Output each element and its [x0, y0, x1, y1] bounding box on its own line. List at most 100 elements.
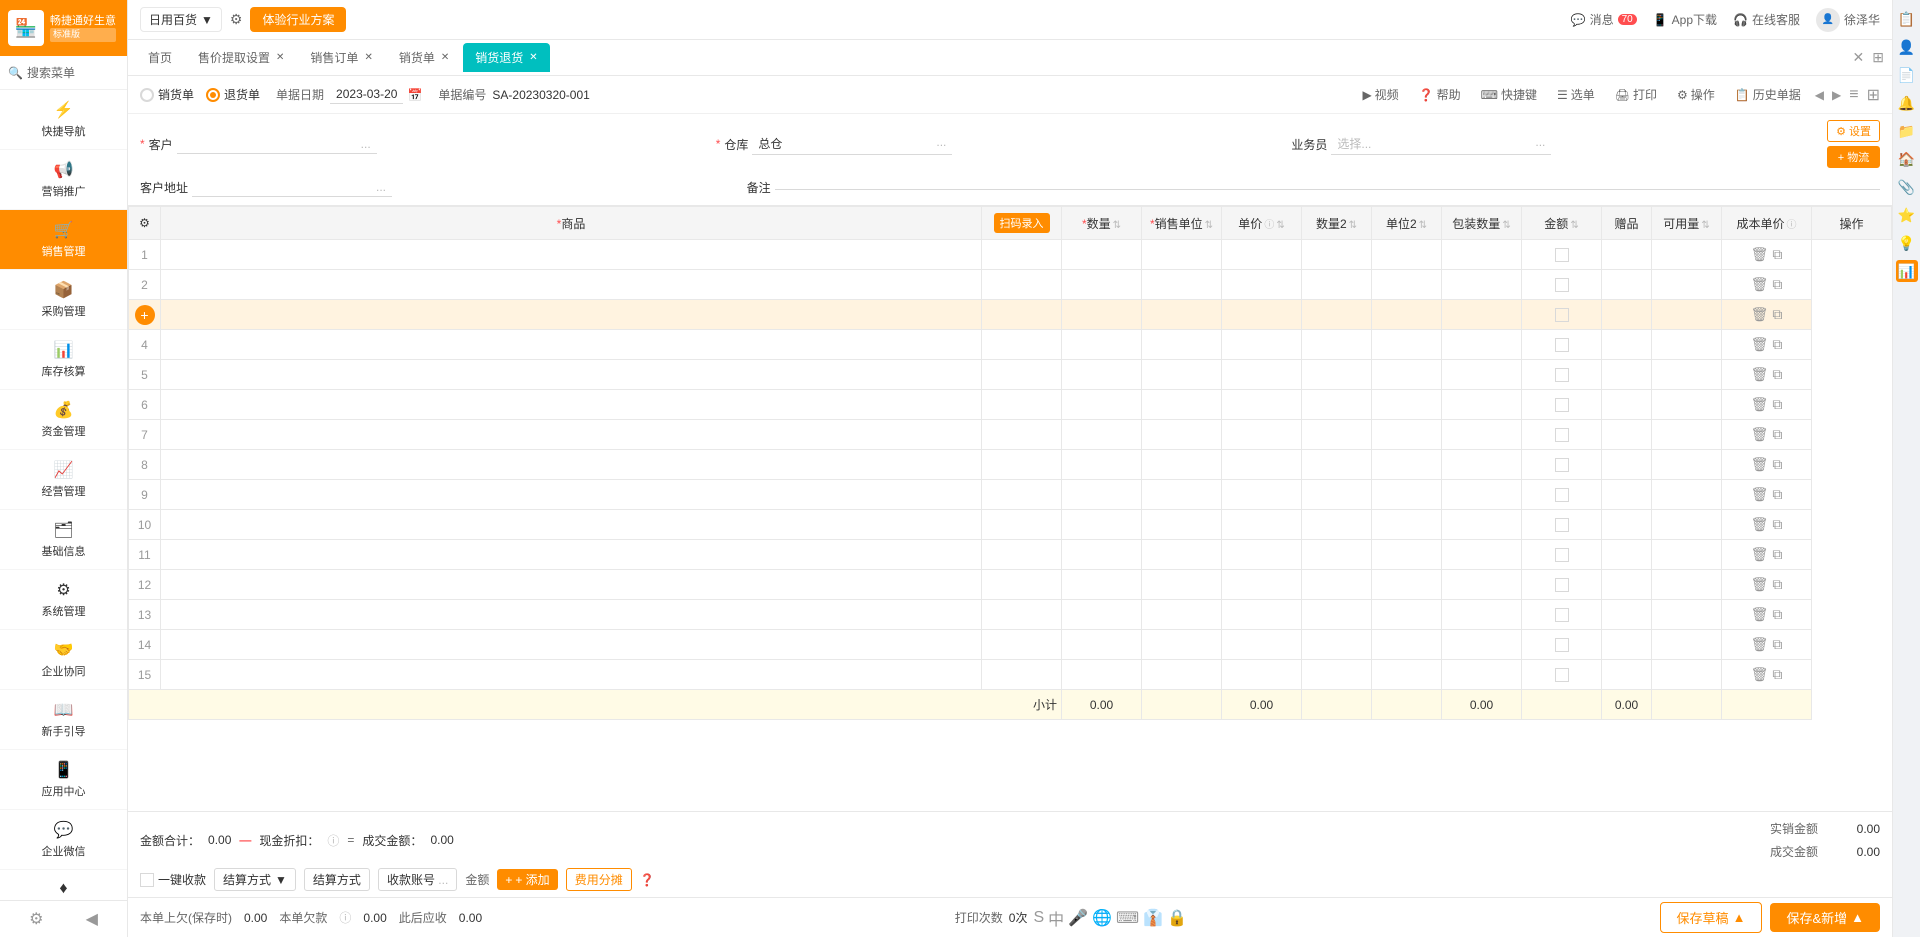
packqty-cell-1[interactable] [1372, 240, 1442, 270]
sidebar-item-system[interactable]: ⚙ 系统管理 [0, 570, 127, 630]
costprice-cell-15[interactable] [1652, 660, 1722, 690]
amount-cell-11[interactable] [1442, 540, 1522, 570]
rp-icon7[interactable]: 📎 [1896, 176, 1918, 198]
help-btn[interactable]: ❓ 帮助 [1413, 84, 1467, 105]
packqty-cell-4[interactable] [1372, 330, 1442, 360]
qty-sort-icon[interactable]: ⇅ [1113, 220, 1121, 231]
delete-icon-5[interactable]: 🗑 [1751, 366, 1769, 383]
price-cell-15[interactable] [1142, 660, 1222, 690]
price-sort-icon[interactable]: ⇅ [1276, 220, 1284, 231]
copy-icon-3[interactable]: ⧉ [1772, 306, 1782, 323]
qty-cell-5[interactable] [982, 360, 1062, 390]
rp-icon6[interactable]: 🏠 [1896, 148, 1918, 170]
qty-cell-9[interactable] [982, 480, 1062, 510]
product-cell-6[interactable] [161, 390, 982, 420]
amount-cell-7[interactable] [1442, 420, 1522, 450]
unit2-cell-2[interactable] [1302, 270, 1372, 300]
logistics-btn[interactable]: + 物流 [1827, 146, 1880, 168]
rp-icon10[interactable]: 📊 [1896, 260, 1918, 282]
packqty-cell-13[interactable] [1372, 600, 1442, 630]
packqty-cell-12[interactable] [1372, 570, 1442, 600]
unit2-cell-7[interactable] [1302, 420, 1372, 450]
unit-cell-14[interactable] [1062, 630, 1142, 660]
copy-icon-14[interactable]: ⧉ [1772, 636, 1782, 653]
qty2-cell-12[interactable] [1222, 570, 1302, 600]
gift-checkbox-13[interactable] [1555, 608, 1569, 622]
product-cell-15[interactable] [161, 660, 982, 690]
amount-cell-8[interactable] [1442, 450, 1522, 480]
qty-cell-8[interactable] [982, 450, 1062, 480]
costprice-cell-11[interactable] [1652, 540, 1722, 570]
packqty-cell-8[interactable] [1372, 450, 1442, 480]
rp-icon8[interactable]: ⭐ [1896, 204, 1918, 226]
copy-icon-8[interactable]: ⧉ [1772, 456, 1782, 473]
product-cell-3[interactable] [161, 300, 982, 330]
shortcut-btn[interactable]: ⌨ 快捷键 [1475, 84, 1543, 105]
costprice-cell-2[interactable] [1652, 270, 1722, 300]
qty-cell-13[interactable] [982, 600, 1062, 630]
gift-cell-1[interactable] [1522, 240, 1602, 270]
sidebar-item-finance[interactable]: 💰 资金管理 [0, 390, 127, 450]
rp-icon2[interactable]: 👤 [1896, 36, 1918, 58]
gift-cell-8[interactable] [1522, 450, 1602, 480]
one-click-pay[interactable]: 一键收款 [140, 871, 206, 888]
online-service-btn[interactable]: 🎧 在线客服 [1733, 11, 1800, 28]
account-select[interactable]: 收款账号 ... [378, 868, 457, 891]
amount-cell-10[interactable] [1442, 510, 1522, 540]
copy-icon-10[interactable]: ⧉ [1772, 516, 1782, 533]
copy-icon-7[interactable]: ⧉ [1772, 426, 1782, 443]
rp-icon1[interactable]: 📋 [1896, 8, 1918, 30]
split-help-icon[interactable]: ❓ [640, 873, 655, 887]
packqty-cell-7[interactable] [1372, 420, 1442, 450]
gift-cell-9[interactable] [1522, 480, 1602, 510]
unit-cell-6[interactable] [1062, 390, 1142, 420]
product-cell-4[interactable] [161, 330, 982, 360]
available-cell-3[interactable] [1602, 300, 1652, 330]
sidebar-item-wechat[interactable]: 💬 企业微信 [0, 810, 127, 870]
costprice-cell-8[interactable] [1652, 450, 1722, 480]
packqty-cell-6[interactable] [1372, 390, 1442, 420]
tab-close-sales-return[interactable]: ✕ [529, 52, 537, 63]
nav-next[interactable]: ▶ [1832, 88, 1841, 102]
amount-cell-9[interactable] [1442, 480, 1522, 510]
gift-checkbox-8[interactable] [1555, 458, 1569, 472]
unit-cell-13[interactable] [1062, 600, 1142, 630]
costprice-cell-10[interactable] [1652, 510, 1722, 540]
copy-icon-1[interactable]: ⧉ [1772, 246, 1782, 263]
qty-cell-14[interactable] [982, 630, 1062, 660]
amount-sort-icon[interactable]: ⇅ [1570, 220, 1578, 231]
price-cell-12[interactable] [1142, 570, 1222, 600]
address-input[interactable]: ... [192, 178, 392, 197]
available-cell-12[interactable] [1602, 570, 1652, 600]
tab-close-all[interactable]: ✕ [1853, 49, 1865, 66]
copy-icon-9[interactable]: ⧉ [1772, 486, 1782, 503]
price-cell-14[interactable] [1142, 630, 1222, 660]
unit-cell-3[interactable] [1062, 300, 1142, 330]
qty-cell-6[interactable] [982, 390, 1062, 420]
qty-cell-3[interactable] [982, 300, 1062, 330]
copy-icon-11[interactable]: ⧉ [1772, 546, 1782, 563]
unit-cell-12[interactable] [1062, 570, 1142, 600]
packqty-cell-11[interactable] [1372, 540, 1442, 570]
nav-prev[interactable]: ◀ [1815, 88, 1824, 102]
delete-icon-6[interactable]: 🗑 [1751, 396, 1769, 413]
video-btn[interactable]: ▶ 视频 [1356, 84, 1404, 105]
available-cell-11[interactable] [1602, 540, 1652, 570]
available-cell-6[interactable] [1602, 390, 1652, 420]
copy-icon-12[interactable]: ⧉ [1772, 576, 1782, 593]
available-cell-13[interactable] [1602, 600, 1652, 630]
available-cell-15[interactable] [1602, 660, 1652, 690]
amount-cell-14[interactable] [1442, 630, 1522, 660]
packqty-cell-9[interactable] [1372, 480, 1442, 510]
price-cell-7[interactable] [1142, 420, 1222, 450]
gift-cell-12[interactable] [1522, 570, 1602, 600]
product-cell-10[interactable] [161, 510, 982, 540]
price-cell-9[interactable] [1142, 480, 1222, 510]
costprice-info-icon[interactable]: ⓘ [1787, 220, 1797, 231]
rp-icon3[interactable]: 📄 [1896, 64, 1918, 86]
qty2-cell-3[interactable] [1222, 300, 1302, 330]
sidebar-item-marketing[interactable]: 📢 营销推广 [0, 150, 127, 210]
costprice-cell-7[interactable] [1652, 420, 1722, 450]
qty2-cell-4[interactable] [1222, 330, 1302, 360]
qty-cell-7[interactable] [982, 420, 1062, 450]
